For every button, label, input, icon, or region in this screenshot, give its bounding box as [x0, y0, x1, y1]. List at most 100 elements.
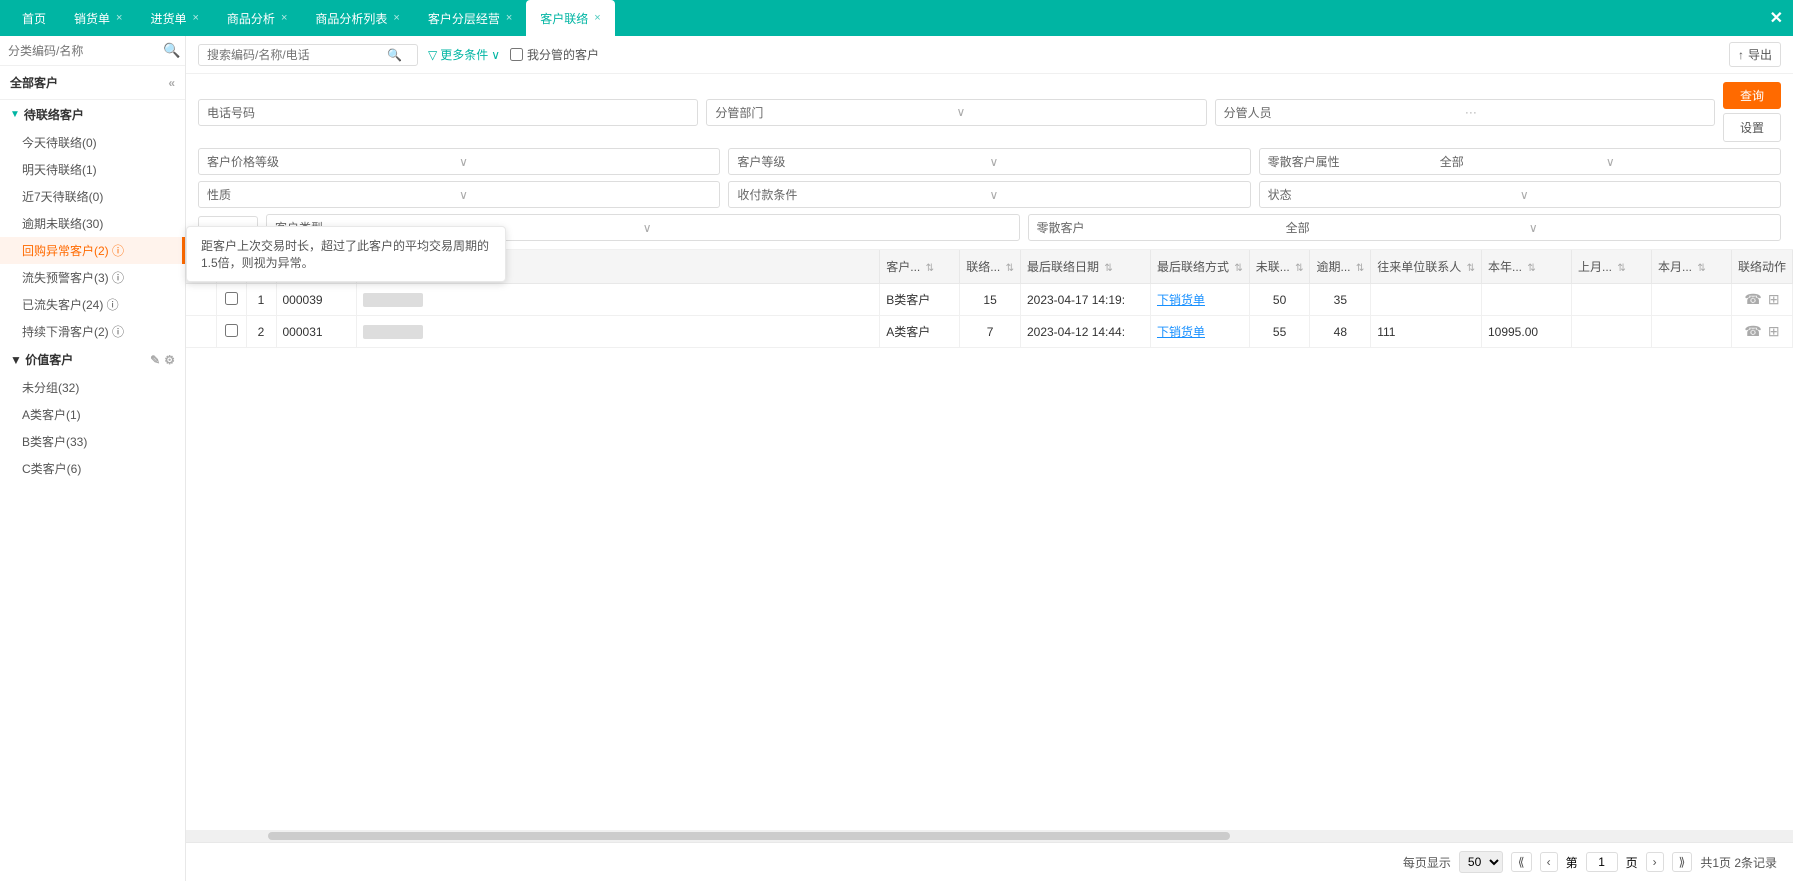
dept-select[interactable]: 分管部门 ∨ [706, 99, 1206, 126]
th-thisyear[interactable]: 本年... ⇅ [1481, 250, 1571, 284]
prev-page-button[interactable]: ‹ [1540, 852, 1558, 872]
sidebar-item-a-class[interactable]: A类客户(1) [0, 401, 185, 428]
nav-home[interactable]: 首页 [8, 0, 60, 36]
sidebar-item-ungroup[interactable]: 未分组(32) [0, 374, 185, 401]
last-page-button[interactable]: ⟫ [1672, 852, 1693, 872]
row-checkbox[interactable] [225, 292, 238, 305]
sidebar-search-input[interactable] [8, 44, 163, 58]
filter-form: 电话号码 分管部门 ∨ 分管人员 ··· 查询 设置 [186, 74, 1793, 250]
nav-customer-tier[interactable]: 客户分层经营 × [414, 0, 526, 36]
query-button[interactable]: 查询 [1723, 82, 1781, 109]
first-page-button[interactable]: ⟪ [1511, 852, 1532, 872]
my-customer-filter[interactable]: 我分管的客户 [510, 46, 599, 63]
row-thismonth [1651, 284, 1731, 316]
sidebar-collapse-icon[interactable]: « [168, 76, 175, 90]
more-action-icon[interactable]: ⊞ [1768, 323, 1780, 340]
row-uncontact: 50 [1249, 284, 1310, 316]
nav-purchase-order[interactable]: 进货单 × [136, 0, 212, 36]
triangle-icon: ▼ [10, 109, 20, 120]
export-button[interactable]: ↑ 导出 [1729, 42, 1781, 67]
nature-select[interactable]: 性质 ∨ [198, 181, 720, 208]
row-type: B类客户 [880, 284, 960, 316]
retail-attr-select[interactable]: 零散客户属性 全部 ∨ [1259, 148, 1781, 175]
th-method[interactable]: 最后联络方式 ⇅ [1150, 250, 1249, 284]
row-overdue: 48 [1310, 316, 1371, 348]
sort-icon: ⇅ [1697, 263, 1705, 274]
row-thisyear: 10995.00 [1481, 316, 1571, 348]
sidebar-item-today[interactable]: 今天待联络(0) [0, 129, 185, 156]
sidebar-item-7days[interactable]: 近7天待联络(0) [0, 183, 185, 210]
more-conditions-button[interactable]: ▽ 更多条件 ∨ [428, 46, 500, 63]
settings-button[interactable]: 设置 [1723, 113, 1781, 142]
sidebar-item-churned[interactable]: 已流失客户(24) ⓘ [0, 291, 185, 318]
th-type[interactable]: 客户... ⇅ [880, 250, 960, 284]
retail-customer-select[interactable]: 零散客户 全部 ∨ [1028, 214, 1782, 241]
sidebar-item-overdue[interactable]: 逾期未联络(30) [0, 210, 185, 237]
main-layout: 🔍 全部客户 « ▼ 待联络客户 今天待联络(0) 明天待联络(1) 近7天待联… [0, 36, 1793, 881]
th-uncontact[interactable]: 未联... ⇅ [1249, 250, 1310, 284]
edit-icon[interactable]: ✎ [150, 353, 160, 367]
phone-action-icon[interactable]: ☎ [1744, 291, 1761, 308]
sidebar-section-pending[interactable]: ▼ 待联络客户 [0, 100, 185, 129]
next-page-button[interactable]: › [1646, 852, 1664, 872]
row-thisyear [1481, 284, 1571, 316]
price-grade-select[interactable]: 客户价格等级 ∨ [198, 148, 720, 175]
th-thismonth[interactable]: 本月... ⇅ [1651, 250, 1731, 284]
th-overdue[interactable]: 逾期... ⇅ [1310, 250, 1371, 284]
close-icon[interactable]: × [116, 12, 122, 24]
sidebar-item-c-class[interactable]: C类客户(6) [0, 455, 185, 482]
phone-input[interactable] [261, 105, 689, 119]
ellipsis-icon[interactable]: ··· [1465, 105, 1706, 119]
settings-icon[interactable]: ⚙ [164, 353, 175, 367]
chevron-down-icon: ∨ [1529, 221, 1772, 235]
scrollbar-thumb[interactable] [268, 832, 1230, 840]
horizontal-scrollbar[interactable] [186, 830, 1793, 842]
nav-customer-contact[interactable]: 客户联络 × [526, 0, 614, 36]
page-number-input[interactable] [1586, 852, 1618, 872]
close-icon[interactable]: × [281, 12, 287, 24]
method-link[interactable]: 下销货单 [1157, 325, 1205, 339]
method-link[interactable]: 下销货单 [1157, 293, 1205, 307]
sidebar-item-declining[interactable]: 持续下滑客户(2) ⓘ [0, 318, 185, 345]
status-select[interactable]: 状态 ∨ [1259, 181, 1781, 208]
sidebar-item-b-class[interactable]: B类客户(33) [0, 428, 185, 455]
nav-product-analysis-list[interactable]: 商品分析列表 × [301, 0, 413, 36]
sort-icon: ⇅ [1234, 263, 1242, 274]
row-date: 2023-04-12 14:44: [1020, 316, 1150, 348]
chevron-down-icon: ∨ [643, 221, 1011, 235]
sidebar-search-icon[interactable]: 🔍 [163, 42, 180, 59]
nav-product-analysis[interactable]: 商品分析 × [213, 0, 301, 36]
th-date[interactable]: 最后联络日期 ⇅ [1020, 250, 1150, 284]
filter-row-2: 客户价格等级 ∨ 客户等级 ∨ 零散客户属性 全部 ∨ [198, 148, 1781, 175]
th-lastmonth[interactable]: 上月... ⇅ [1571, 250, 1651, 284]
more-action-icon[interactable]: ⊞ [1768, 291, 1780, 308]
phone-action-icon[interactable]: ☎ [1744, 323, 1761, 340]
search-input[interactable] [207, 48, 387, 62]
row-checkbox[interactable] [225, 324, 238, 337]
window-close-button[interactable]: ✕ [1770, 8, 1783, 28]
close-icon[interactable]: × [192, 12, 198, 24]
sidebar-all-customers[interactable]: 全部客户 « [0, 66, 185, 100]
sidebar-group-value-customers[interactable]: ▼ 价值客户 ✎ ⚙ [0, 345, 185, 374]
person-select[interactable]: 分管人员 ··· [1215, 99, 1715, 126]
phone-field: 电话号码 [198, 99, 698, 126]
row-contact: 15 [960, 284, 1021, 316]
th-partner[interactable]: 往来单位联系人 ⇅ [1371, 250, 1482, 284]
sidebar-item-churn-warning[interactable]: 流失预警客户(3) ⓘ [0, 264, 185, 291]
sidebar-item-repurchase-abnormal[interactable]: 回购异常客户(2) ⓘ [0, 237, 185, 264]
chevron-down-icon: ∨ [1520, 188, 1772, 202]
close-icon[interactable]: × [393, 12, 399, 24]
close-icon[interactable]: × [506, 12, 512, 24]
nav-sales-order[interactable]: 销货单 × [60, 0, 136, 36]
page-size-select[interactable]: 50 [1459, 851, 1503, 873]
row-method: 下销货单 [1150, 316, 1249, 348]
search-icon[interactable]: 🔍 [387, 48, 402, 62]
th-contact[interactable]: 联络... ⇅ [960, 250, 1021, 284]
customer-grade-select[interactable]: 客户等级 ∨ [728, 148, 1250, 175]
close-icon[interactable]: × [594, 12, 600, 24]
row-drag [186, 284, 216, 316]
payment-select[interactable]: 收付款条件 ∨ [728, 181, 1250, 208]
sidebar-item-tomorrow[interactable]: 明天待联络(1) [0, 156, 185, 183]
row-name [356, 284, 880, 316]
my-customer-checkbox[interactable] [510, 48, 523, 61]
